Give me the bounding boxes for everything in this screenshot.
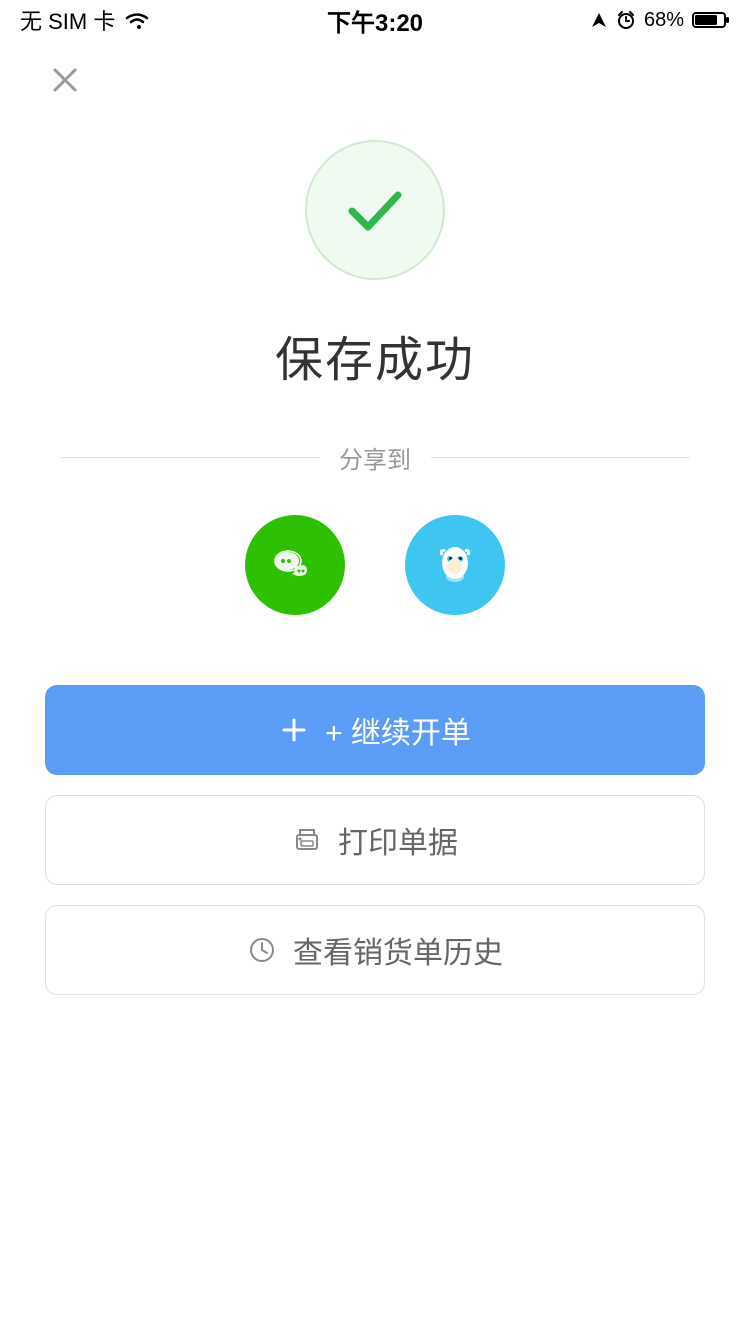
alarm-icon — [616, 10, 636, 30]
no-sim-text: 无 SIM 卡 — [20, 4, 115, 36]
plus-icon — [279, 715, 309, 745]
close-button[interactable] — [40, 55, 90, 105]
print-label: 打印单据 — [338, 818, 458, 862]
battery-icon — [692, 11, 730, 29]
share-to-label: 分享到 — [319, 440, 431, 475]
continue-order-button[interactable]: + 继续开单 — [45, 685, 705, 775]
success-icon-circle — [305, 140, 445, 280]
divider-line-left — [60, 457, 319, 458]
printer-icon — [292, 825, 322, 855]
qq-icon — [425, 535, 485, 595]
share-qq-button[interactable] — [405, 515, 505, 615]
share-wechat-button[interactable] — [245, 515, 345, 615]
success-title: 保存成功 — [275, 320, 475, 390]
wechat-icon — [265, 535, 325, 595]
clock-icon — [247, 935, 277, 965]
status-bar: 无 SIM 卡 下午3:20 68% — [0, 0, 750, 40]
print-button[interactable]: 打印单据 — [45, 795, 705, 885]
battery-text: 68% — [644, 9, 684, 32]
status-right: 68% — [590, 9, 730, 32]
history-label: 查看销货单历史 — [293, 928, 503, 972]
action-buttons-container: + 继续开单 打印单据 查看销货单历史 — [45, 685, 705, 995]
share-buttons-container — [245, 515, 505, 615]
share-divider: 分享到 — [0, 440, 750, 475]
status-left: 无 SIM 卡 — [20, 4, 151, 36]
history-button[interactable]: 查看销货单历史 — [45, 905, 705, 995]
status-time: 下午3:20 — [327, 3, 423, 38]
location-icon — [590, 11, 608, 29]
main-content: 保存成功 分享到 — [0, 40, 750, 995]
checkmark-icon — [340, 175, 410, 245]
divider-line-right — [431, 457, 690, 458]
continue-order-label: + 继续开单 — [325, 708, 471, 752]
wifi-icon — [123, 9, 151, 31]
